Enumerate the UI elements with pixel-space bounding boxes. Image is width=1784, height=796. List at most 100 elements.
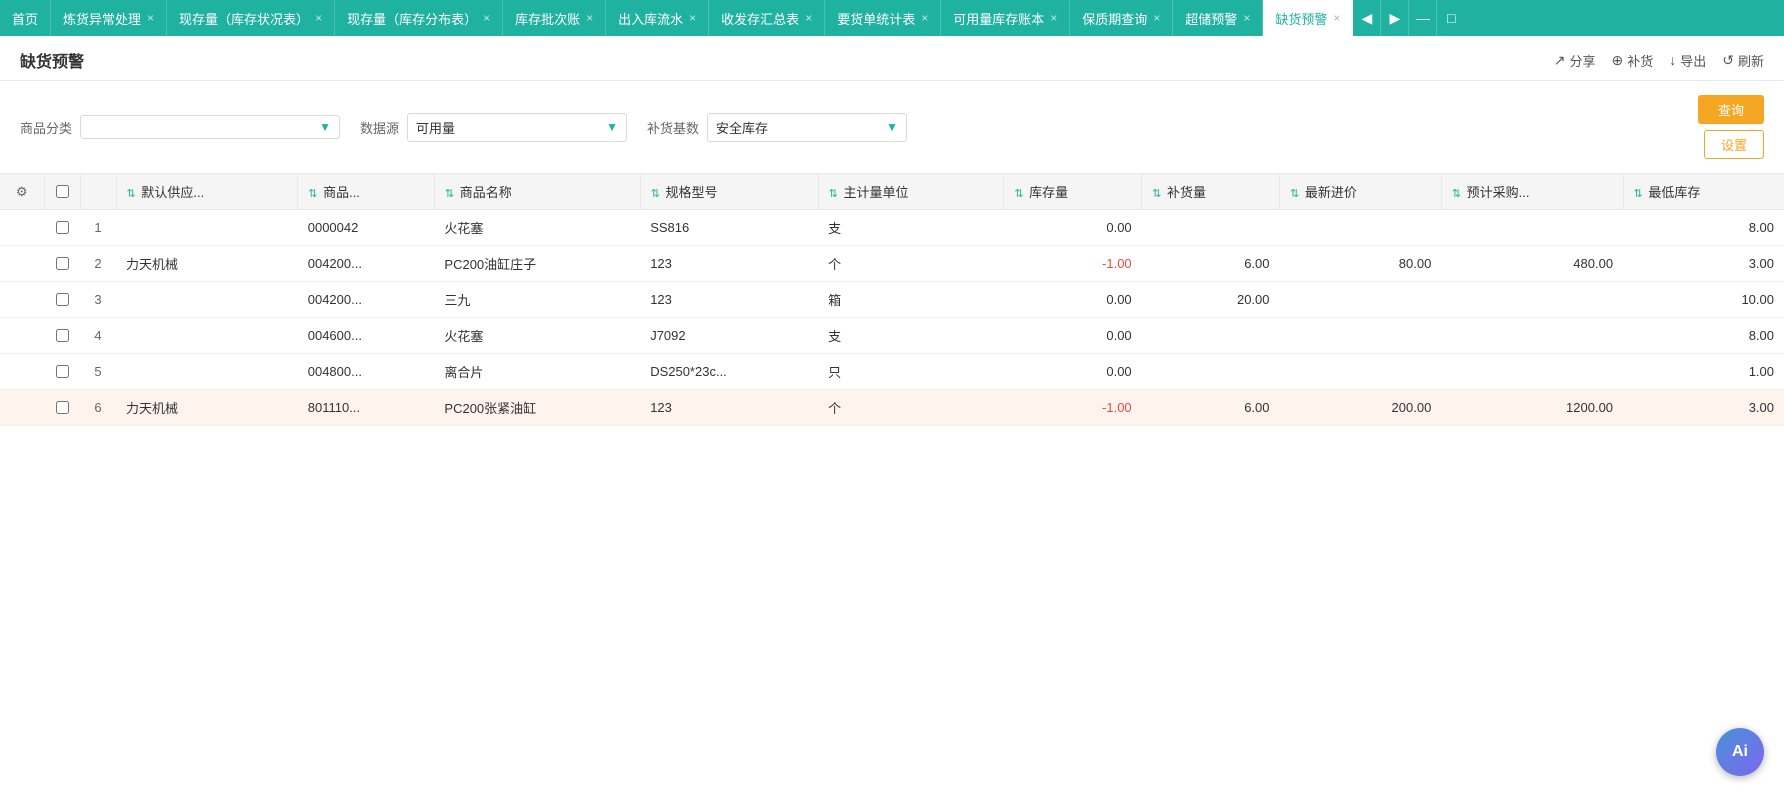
row-sku: 004200... <box>298 282 435 318</box>
export-label: 导出 <box>1680 51 1706 70</box>
col-supplier[interactable]: ⇅ 默认供应... <box>116 174 298 210</box>
column-settings-icon[interactable]: ⚙ <box>16 184 28 199</box>
row-stock: 0.00 <box>1004 282 1142 318</box>
table-row: 3 004200... 三九 123 箱 0.00 20.00 10.00 <box>0 282 1784 318</box>
col-supplier-label: 默认供应... <box>141 185 204 200</box>
row-supplier: 力天机械 <box>116 246 298 282</box>
tab-close-9[interactable]: × <box>1153 11 1160 25</box>
row-checkbox-3[interactable] <box>56 329 69 342</box>
export-button[interactable]: ↓ 导出 <box>1669 51 1706 70</box>
tab-shouzhi[interactable]: 收发存汇总表 × <box>709 0 825 36</box>
tab-close-8[interactable]: × <box>1050 11 1057 25</box>
table-header-row: ⚙ ⇅ 默认供应... ⇅ 商品... ⇅ <box>0 174 1784 210</box>
row-num: 1 <box>80 210 116 246</box>
select-all-checkbox[interactable] <box>56 185 69 198</box>
tab-kucun-pici[interactable]: 库存批次账 × <box>503 0 606 36</box>
tab-quehuo[interactable]: 缺货预警 × <box>1263 0 1353 36</box>
tab-close-11[interactable]: × <box>1333 11 1340 25</box>
row-unit: 箱 <box>818 282 1004 318</box>
replenish-button[interactable]: ⊕ 补货 <box>1611 51 1653 70</box>
row-checkbox-cell[interactable] <box>44 354 80 390</box>
tab-close-7[interactable]: × <box>921 11 928 25</box>
tab-xianzun-fb[interactable]: 现存量（库存分布表） × <box>335 0 503 36</box>
row-latest-price: 200.00 <box>1280 390 1442 426</box>
row-checkbox-cell[interactable] <box>44 318 80 354</box>
row-checkbox-cell[interactable] <box>44 210 80 246</box>
datasource-select-value: 可用量 <box>416 118 455 137</box>
tab-keyong[interactable]: 可用量库存账本 × <box>941 0 1070 36</box>
tab-close-1[interactable]: × <box>147 11 154 25</box>
col-name[interactable]: ⇅ 商品名称 <box>434 174 640 210</box>
tab-nav-prev[interactable]: ◀ <box>1353 0 1381 36</box>
col-sku[interactable]: ⇅ 商品... <box>298 174 435 210</box>
row-stock: 0.00 <box>1004 318 1142 354</box>
unit-sort-icon: ⇅ <box>829 188 838 200</box>
tab-close-3[interactable]: × <box>483 11 490 25</box>
ai-assistant-button[interactable]: Ai <box>1716 728 1764 776</box>
tab-label-6: 收发存汇总表 <box>721 9 799 28</box>
col-gear[interactable]: ⚙ <box>0 174 44 210</box>
tab-close-2[interactable]: × <box>315 11 322 25</box>
window-maximize[interactable]: □ <box>1437 0 1465 36</box>
col-min-stock-label: 最低库存 <box>1648 185 1700 200</box>
tab-nav-next[interactable]: ▶ <box>1381 0 1409 36</box>
row-checkbox-1[interactable] <box>56 257 69 270</box>
tab-xianzun-kc[interactable]: 现存量（库存状况表） × <box>167 0 335 36</box>
filter-actions: 查询 设置 <box>1698 95 1764 159</box>
row-estimated-purchase <box>1441 210 1623 246</box>
row-supplier <box>116 354 298 390</box>
query-button[interactable]: 查询 <box>1698 95 1764 124</box>
name-sort-icon: ⇅ <box>445 188 454 200</box>
col-estimated-purchase[interactable]: ⇅ 预计采购... <box>1441 174 1623 210</box>
replenish-label: 补货 <box>1627 51 1653 70</box>
row-min-stock: 10.00 <box>1623 282 1784 318</box>
col-min-stock[interactable]: ⇅ 最低库存 <box>1623 174 1784 210</box>
tab-lian-huo[interactable]: 炼货异常处理 × <box>51 0 167 36</box>
datasource-select[interactable]: 可用量 ▼ <box>407 113 627 142</box>
refresh-button[interactable]: ↺ 刷新 <box>1722 51 1764 70</box>
table-container: ⚙ ⇅ 默认供应... ⇅ 商品... ⇅ <box>0 173 1784 426</box>
row-replenish: 20.00 <box>1142 282 1280 318</box>
row-checkbox-0[interactable] <box>56 221 69 234</box>
tab-close-4[interactable]: × <box>586 11 593 25</box>
col-unit[interactable]: ⇅ 主计量单位 <box>818 174 1004 210</box>
replenish-base-select[interactable]: 安全库存 ▼ <box>707 113 907 142</box>
window-minimize[interactable]: — <box>1409 0 1437 36</box>
share-button[interactable]: ↗ 分享 <box>1554 51 1596 70</box>
tab-churu[interactable]: 出入库流水 × <box>606 0 709 36</box>
row-num: 5 <box>80 354 116 390</box>
row-checkbox-4[interactable] <box>56 365 69 378</box>
row-num: 3 <box>80 282 116 318</box>
col-spec[interactable]: ⇅ 规格型号 <box>640 174 818 210</box>
row-checkbox-2[interactable] <box>56 293 69 306</box>
tab-chaocun[interactable]: 超储预警 × <box>1173 0 1263 36</box>
tab-close-10[interactable]: × <box>1243 11 1250 25</box>
row-sku: 004800... <box>298 354 435 390</box>
category-select[interactable]: ▼ <box>80 115 340 139</box>
tab-close-5[interactable]: × <box>689 11 696 25</box>
tab-close-6[interactable]: × <box>805 11 812 25</box>
tab-yaohuo[interactable]: 要货单统计表 × <box>825 0 941 36</box>
filter-bar: 商品分类 ▼ 数据源 可用量 ▼ 补货基数 安全库存 ▼ 查询 设置 <box>0 81 1784 173</box>
col-num <box>80 174 116 210</box>
row-min-stock: 3.00 <box>1623 390 1784 426</box>
row-checkbox-5[interactable] <box>56 401 69 414</box>
row-min-stock: 1.00 <box>1623 354 1784 390</box>
row-checkbox-cell[interactable] <box>44 246 80 282</box>
col-checkbox-header[interactable] <box>44 174 80 210</box>
col-estimated-purchase-label: 预计采购... <box>1467 185 1530 200</box>
table-row: 5 004800... 离合片 DS250*23c... 只 0.00 1.00 <box>0 354 1784 390</box>
tab-baozhiqi[interactable]: 保质期查询 × <box>1070 0 1173 36</box>
row-unit: 个 <box>818 246 1004 282</box>
page-header: 缺货预警 ↗ 分享 ⊕ 补货 ↓ 导出 ↺ 刷新 <box>0 36 1784 81</box>
col-stock[interactable]: ⇅ 库存量 <box>1004 174 1142 210</box>
settings-button[interactable]: 设置 <box>1704 130 1764 159</box>
table-row: 2 力天机械 004200... PC200油缸庄子 123 个 -1.00 6… <box>0 246 1784 282</box>
row-checkbox-cell[interactable] <box>44 282 80 318</box>
tab-home[interactable]: 首页 <box>0 0 51 36</box>
row-unit: 支 <box>818 210 1004 246</box>
row-estimated-purchase <box>1441 318 1623 354</box>
col-replenish[interactable]: ⇅ 补货量 <box>1142 174 1280 210</box>
row-checkbox-cell[interactable] <box>44 390 80 426</box>
col-latest-price[interactable]: ⇅ 最新进价 <box>1280 174 1442 210</box>
